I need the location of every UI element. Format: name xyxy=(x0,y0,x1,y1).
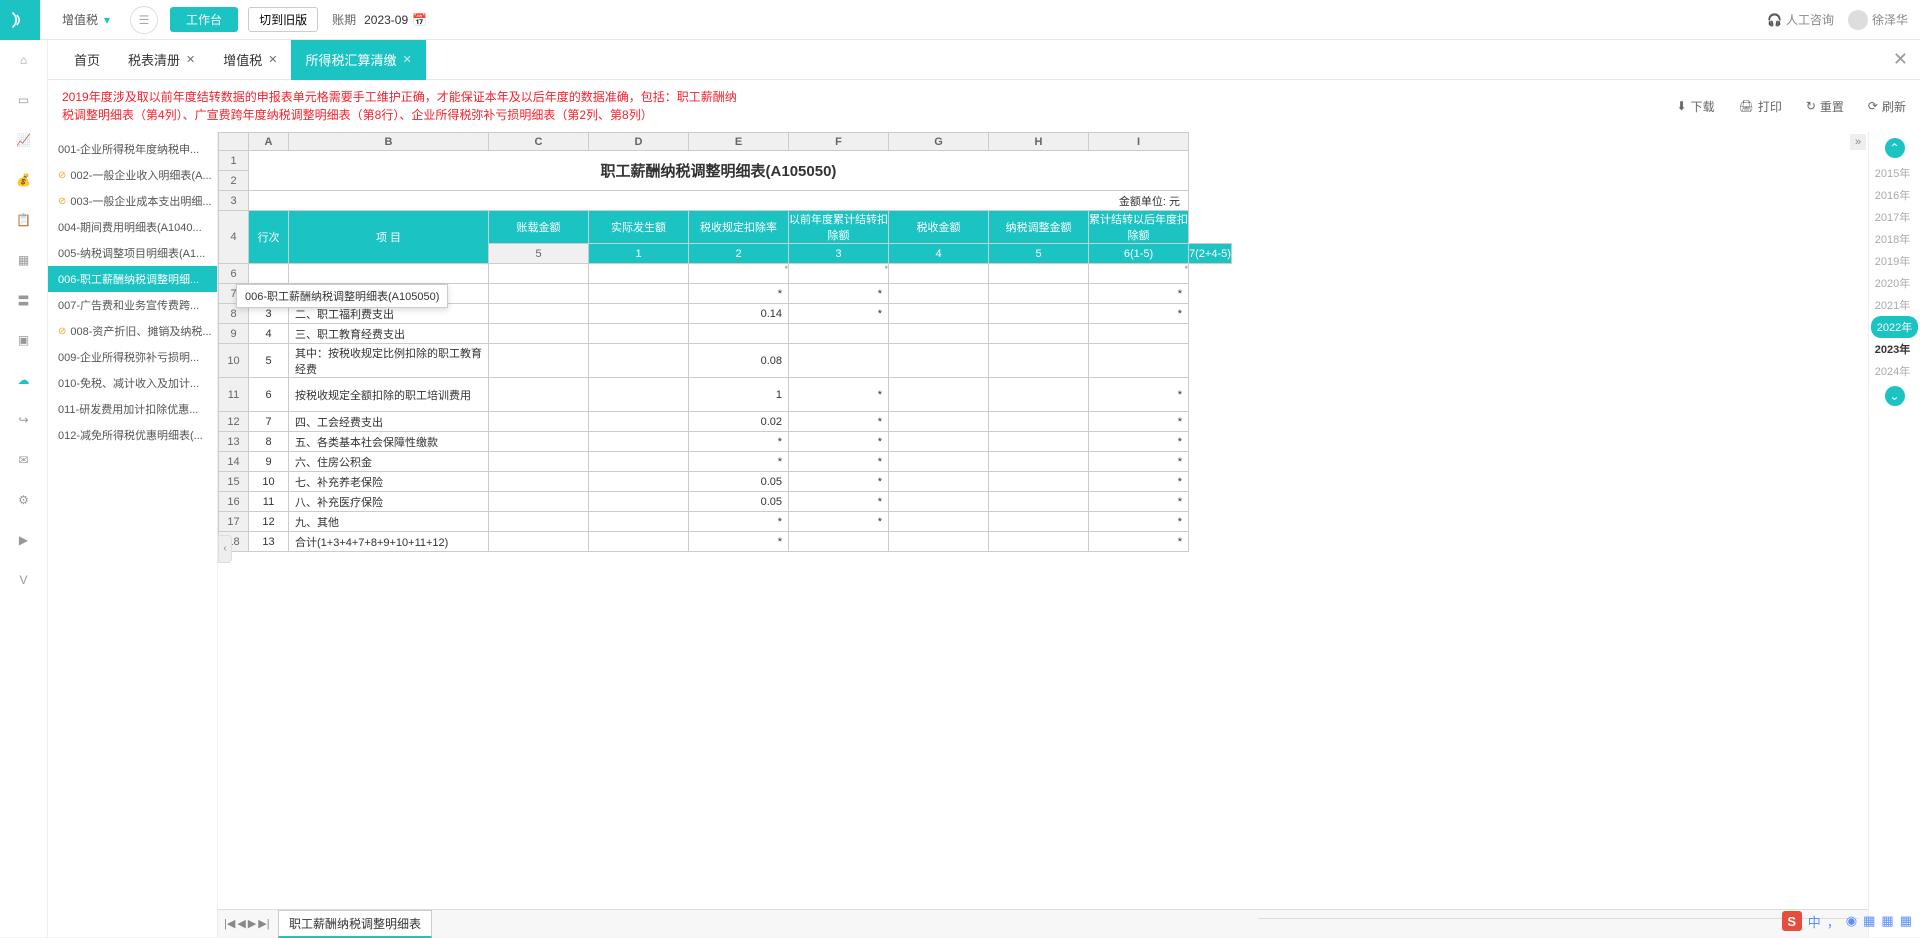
sheet-nav-last-icon[interactable]: ▶| xyxy=(258,917,269,930)
tooltip: 006-职工薪酬纳税调整明细表(A105050) xyxy=(236,284,448,308)
sheet-tab-bar: |◀ ◀ ▶ ▶| 职工薪酬纳税调整明细表 xyxy=(218,909,1868,937)
calendar-icon[interactable]: 📅 xyxy=(412,13,427,27)
ime-toolbar: S 中 ， ◉ ▦ ▦ ▦ xyxy=(1782,911,1912,931)
left-nav: ⌂ ▭ 📈 💰 📋 ▦ 〓 ▣ ☁ ↪ ✉ ⚙ ▶ V xyxy=(0,40,48,937)
year-item[interactable]: 2023年 xyxy=(1871,338,1918,360)
expand-arrow-icon[interactable]: » xyxy=(1850,134,1866,150)
user-menu[interactable]: 徐泽华 xyxy=(1848,10,1908,30)
nav-inbox-icon[interactable]: ✉ xyxy=(14,450,34,470)
form-list-item[interactable]: ⊘008-资产折旧、摊销及纳税... xyxy=(48,318,217,344)
page-tabs: 首页税表清册✕增值税✕所得税汇算清缴✕ ✕ xyxy=(48,40,1920,80)
nav-video-icon[interactable]: ▶ xyxy=(14,530,34,550)
form-list-item[interactable]: ⊘002-一般企业收入明细表(A... xyxy=(48,162,217,188)
year-down-icon[interactable]: ⌄ xyxy=(1885,386,1905,406)
form-list-item[interactable]: 012-减免所得税优惠明细表(... xyxy=(48,422,217,448)
form-list-item[interactable]: 011-研发费用加计扣除优惠... xyxy=(48,396,217,422)
sheet-tab[interactable]: 职工薪酬纳税调整明细表 xyxy=(278,910,432,938)
year-item[interactable]: 2018年 xyxy=(1871,228,1918,250)
nav-bag-icon[interactable]: 💰 xyxy=(14,170,34,190)
reset-button[interactable]: ↻ 重置 xyxy=(1806,98,1844,115)
refresh-button[interactable]: ⟳ 刷新 xyxy=(1868,98,1906,115)
sheet-nav-prev-icon[interactable]: ◀ xyxy=(237,917,245,930)
nav-v-icon[interactable]: V xyxy=(14,570,34,590)
warn-icon: ⊘ xyxy=(58,196,66,207)
avatar-icon xyxy=(1848,10,1868,30)
year-item[interactable]: 2020年 xyxy=(1871,272,1918,294)
form-list-item[interactable]: 005-纳税调整项目明细表(A1... xyxy=(48,240,217,266)
workbench-button[interactable]: 工作台 xyxy=(170,7,238,32)
ime-item[interactable]: ▦ xyxy=(1881,913,1893,929)
warn-icon: ⊘ xyxy=(58,326,66,337)
nav-chart-icon[interactable]: 📈 xyxy=(14,130,34,150)
year-item[interactable]: 2015年 xyxy=(1871,162,1918,184)
form-list: 001-企业所得税年度纳税申...⊘002-一般企业收入明细表(A...⊘003… xyxy=(48,132,218,937)
chevron-down-icon: ▾ xyxy=(104,13,110,27)
ime-item[interactable]: ， xyxy=(1827,912,1840,931)
nav-settings-icon[interactable]: ⚙ xyxy=(14,490,34,510)
tab-首页[interactable]: 首页 xyxy=(60,40,114,80)
sheet-nav-first-icon[interactable]: |◀ xyxy=(224,917,235,930)
close-all-tabs-icon[interactable]: ✕ xyxy=(1893,49,1908,70)
year-item[interactable]: 2021年 xyxy=(1871,294,1918,316)
form-list-item[interactable]: 009-企业所得税弥补亏损明... xyxy=(48,344,217,370)
nav-clipboard-icon[interactable]: 📋 xyxy=(14,210,34,230)
switch-old-button[interactable]: 切到旧版 xyxy=(248,7,318,32)
nav-calendar-icon[interactable]: ▣ xyxy=(14,330,34,350)
year-item[interactable]: 2017年 xyxy=(1871,206,1918,228)
nav-report-icon[interactable]: ▭ xyxy=(14,90,34,110)
spreadsheet[interactable]: ABCDEFGHI1职工薪酬纳税调整明细表(A105050)23金额单位: 元4… xyxy=(218,132,1232,552)
form-list-item[interactable]: 010-免税、减计收入及加计... xyxy=(48,370,217,396)
app-logo[interactable] xyxy=(0,0,40,40)
year-sidebar: ⌃ 2015年2016年2017年2018年2019年2020年2021年202… xyxy=(1868,132,1920,937)
nav-grid-icon[interactable]: ▦ xyxy=(14,250,34,270)
form-list-item[interactable]: ⊘003-一般企业成本支出明细... xyxy=(48,188,217,214)
period-value[interactable]: 2023-09 xyxy=(364,13,408,27)
tab-所得税汇算清缴[interactable]: 所得税汇算清缴✕ xyxy=(291,40,425,80)
form-list-item[interactable]: 004-期间费用明细表(A1040... xyxy=(48,214,217,240)
year-up-icon[interactable]: ⌃ xyxy=(1885,138,1905,158)
form-list-item[interactable]: 007-广告费和业务宣传费跨... xyxy=(48,292,217,318)
close-icon[interactable]: ✕ xyxy=(403,53,412,66)
nav-export-icon[interactable]: ↪ xyxy=(14,410,34,430)
close-icon[interactable]: ✕ xyxy=(186,53,195,66)
collapse-handle[interactable]: ‹ xyxy=(218,535,232,563)
form-list-item[interactable]: 001-企业所得税年度纳税申... xyxy=(48,136,217,162)
toolbar: 2019年度涉及取以前年度结转数据的申报表单元格需要手工维护正确，才能保证本年及… xyxy=(48,80,1920,132)
nav-active-icon[interactable]: ☁ xyxy=(14,370,34,390)
sheet-nav-next-icon[interactable]: ▶ xyxy=(248,917,256,930)
ime-item[interactable]: 中 xyxy=(1808,912,1821,931)
consult-link[interactable]: 🎧 人工咨询 xyxy=(1767,11,1834,28)
period-label: 账期 xyxy=(332,11,356,28)
tab-增值税[interactable]: 增值税✕ xyxy=(209,40,291,80)
horizontal-scrollbar[interactable] xyxy=(1258,918,1858,930)
ime-item[interactable]: ◉ xyxy=(1846,913,1857,929)
print-button[interactable]: 🖨 打印 xyxy=(1739,98,1782,115)
tax-type-label: 增值税 xyxy=(62,11,98,28)
topbar: 增值税 ▾ ☰ 工作台 切到旧版 账期 2023-09 📅 🎧 人工咨询 徐泽华 xyxy=(0,0,1920,40)
year-item[interactable]: 2016年 xyxy=(1871,184,1918,206)
tax-type-select[interactable]: 增值税 ▾ xyxy=(62,11,110,28)
download-button[interactable]: ⬇ 下载 xyxy=(1677,98,1715,115)
ime-s-icon[interactable]: S xyxy=(1782,911,1802,931)
ime-item[interactable]: ▦ xyxy=(1863,913,1875,929)
ime-item[interactable]: ▦ xyxy=(1900,913,1912,929)
year-item[interactable]: 2022年 xyxy=(1871,316,1918,338)
close-icon[interactable]: ✕ xyxy=(268,53,277,66)
year-item[interactable]: 2019年 xyxy=(1871,250,1918,272)
form-list-item[interactable]: 006-职工薪酬纳税调整明细... xyxy=(48,266,217,292)
document-icon[interactable]: ☰ xyxy=(130,6,158,34)
warning-text: 2019年度涉及取以前年度结转数据的申报表单元格需要手工维护正确，才能保证本年及… xyxy=(62,88,742,124)
year-item[interactable]: 2024年 xyxy=(1871,360,1918,382)
nav-tool-icon[interactable]: 〓 xyxy=(14,290,34,310)
nav-home-icon[interactable]: ⌂ xyxy=(14,50,34,70)
tab-税表清册[interactable]: 税表清册✕ xyxy=(114,40,209,80)
warn-icon: ⊘ xyxy=(58,170,66,181)
